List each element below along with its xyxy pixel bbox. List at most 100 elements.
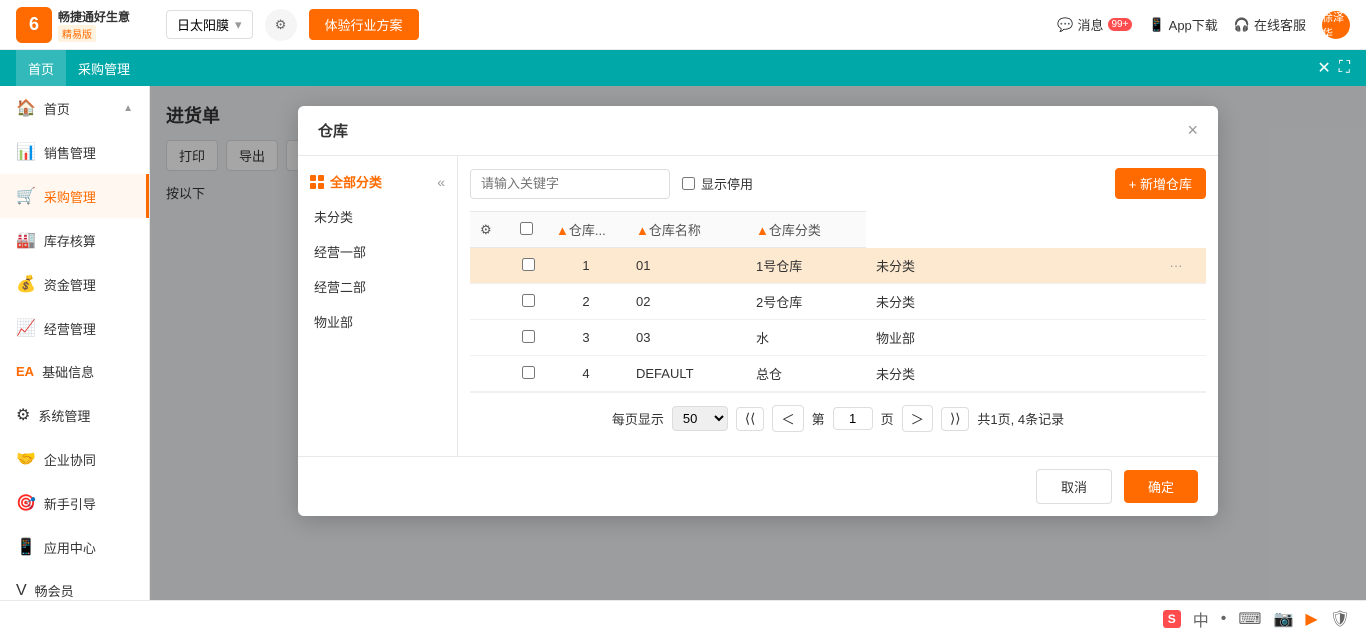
row-settings: [470, 248, 510, 284]
row-actions: [1146, 284, 1206, 320]
bottom-icon-camera[interactable]: 📷: [1273, 609, 1293, 629]
bottom-bar: S 中 • ⌨ 📷 ▶ 🛡: [0, 600, 1366, 636]
page-input[interactable]: [833, 407, 873, 430]
row-actions[interactable]: ···: [1146, 248, 1206, 284]
row-check[interactable]: [510, 320, 546, 356]
apps-icon: 📱: [16, 537, 36, 557]
system-icon: ⚙: [16, 405, 30, 425]
row-name: 1号仓库: [746, 248, 866, 284]
inventory-icon: 🏭: [16, 230, 36, 250]
sidebar-label-inventory: 库存核算: [44, 231, 96, 250]
search-button[interactable]: 🔍: [667, 170, 670, 198]
bottom-icon-shield[interactable]: 🛡: [1330, 609, 1350, 629]
basic-icon: EA: [16, 364, 34, 379]
dropdown-arrow: ▾: [235, 17, 242, 33]
col-header-code[interactable]: ▲仓库...: [546, 212, 626, 248]
close-icon[interactable]: ✕: [1317, 58, 1330, 78]
search-input[interactable]: [471, 170, 667, 197]
col-header-name[interactable]: ▲仓库名称: [626, 212, 746, 248]
row-category: 未分类: [866, 356, 1146, 392]
show-disabled-checkbox[interactable]: [682, 177, 695, 190]
prev-page-btn[interactable]: ＜: [772, 405, 803, 432]
bottom-icon-zh[interactable]: S: [1163, 610, 1181, 628]
bottom-icon-chinese[interactable]: 中: [1193, 607, 1209, 631]
online-service-label: 在线客服: [1254, 15, 1306, 34]
category-item-unclassified[interactable]: 未分类: [298, 199, 457, 234]
guide-icon: 🎯: [16, 493, 36, 513]
sidebar-item-inventory[interactable]: 🏭 库存核算: [0, 218, 149, 262]
online-service-item[interactable]: 🎧 在线客服: [1234, 15, 1306, 34]
table-row[interactable]: 4 DEFAULT 总仓 未分类: [470, 356, 1206, 392]
modal-close-button[interactable]: ×: [1187, 120, 1198, 141]
notifications-item[interactable]: 💬 消息 99+: [1057, 15, 1132, 34]
next-page-btn[interactable]: ＞: [902, 405, 933, 432]
notifications-label: 消息: [1077, 15, 1103, 34]
table-row[interactable]: 2 02 2号仓库 未分类: [470, 284, 1206, 320]
store-selector[interactable]: 日太阳膜 ▾: [166, 10, 253, 39]
row-actions: [1146, 320, 1206, 356]
sidebar-label-basic: 基础信息: [42, 362, 94, 381]
sidebar-item-basic[interactable]: EA 基础信息: [0, 350, 149, 393]
sidebar-item-purchase[interactable]: 🛒 采购管理: [0, 174, 149, 218]
sidebar-item-apps[interactable]: 📱 应用中心: [0, 525, 149, 569]
nav-home[interactable]: 首页: [16, 50, 66, 86]
all-category-item[interactable]: 全部分类: [310, 172, 382, 191]
sort-icon-cat: ▲: [756, 223, 769, 238]
category-header: 全部分类 «: [298, 164, 457, 199]
secondary-nav: 首页 采购管理 ✕ ⛶: [0, 50, 1366, 86]
app-badge: 精易版: [58, 25, 96, 42]
search-box: 🔍: [470, 169, 670, 199]
category-item-dept2[interactable]: 经营二部: [298, 269, 457, 304]
user-item[interactable]: 徐泽华: [1322, 11, 1350, 39]
category-item-dept1[interactable]: 经营一部: [298, 234, 457, 269]
row-category: 物业部: [866, 320, 1146, 356]
row-check[interactable]: [510, 356, 546, 392]
sidebar-item-guide[interactable]: 🎯 新手引导: [0, 481, 149, 525]
maximize-icon[interactable]: ⛶: [1339, 59, 1350, 77]
col-header-category[interactable]: ▲仓库分类: [746, 212, 866, 248]
row-actions: [1146, 356, 1206, 392]
sidebar-label-finance: 资金管理: [44, 275, 96, 294]
bottom-icon-keyboard[interactable]: ⌨: [1238, 609, 1261, 629]
row-check[interactable]: [510, 284, 546, 320]
trial-button[interactable]: 体验行业方案: [309, 9, 419, 40]
cancel-button[interactable]: 取消: [1036, 469, 1112, 504]
show-disabled-label[interactable]: 显示停用: [682, 174, 753, 193]
sidebar-item-finance[interactable]: 💰 资金管理: [0, 262, 149, 306]
sidebar-item-enterprise[interactable]: 🤝 企业协同: [0, 437, 149, 481]
nav-purchase[interactable]: 采购管理: [66, 50, 142, 86]
header-middle: 日太阳膜 ▾ ⚙ 体验行业方案: [166, 9, 1057, 41]
settings-button[interactable]: ⚙: [265, 9, 297, 41]
total-info: 共1页, 4条记录: [977, 409, 1064, 428]
collapse-icon[interactable]: «: [437, 174, 445, 190]
header-right: 💬 消息 99+ 📱 App下载 🎧 在线客服 徐泽华: [1057, 11, 1350, 39]
sidebar-label-apps: 应用中心: [44, 538, 96, 557]
sidebar-item-sales[interactable]: 📊 销售管理: [0, 130, 149, 174]
sidebar: 🏠 首页 ▲ 📊 销售管理 🛒 采购管理 🏭 库存核算 💰 资金管理 📈 经营管…: [0, 86, 150, 636]
row-name: 2号仓库: [746, 284, 866, 320]
app-download-item[interactable]: 📱 App下载: [1148, 15, 1217, 34]
top-header: 6 畅捷通好生意 精易版 日太阳膜 ▾ ⚙ 体验行业方案 💬 消息 99+ 📱 …: [0, 0, 1366, 50]
first-page-btn[interactable]: ⟨⟨: [736, 407, 764, 431]
bottom-icon-dot[interactable]: •: [1221, 610, 1227, 628]
select-all-checkbox[interactable]: [520, 222, 533, 235]
sidebar-item-home[interactable]: 🏠 首页 ▲: [0, 86, 149, 130]
table-row[interactable]: 3 03 水 物业部: [470, 320, 1206, 356]
modal-overlay: 仓库 × 全部分类: [150, 86, 1366, 636]
col-header-settings[interactable]: ⚙: [470, 212, 510, 248]
table-row[interactable]: 1 01 1号仓库 未分类 ···: [470, 248, 1206, 284]
sidebar-item-operations[interactable]: 📈 经营管理: [0, 306, 149, 350]
bottom-icon-play[interactable]: ▶: [1305, 609, 1317, 629]
add-warehouse-button[interactable]: + 新增仓库: [1115, 168, 1206, 199]
category-item-property[interactable]: 物业部: [298, 304, 457, 339]
per-page-select[interactable]: 50 100 200: [672, 406, 728, 431]
row-check[interactable]: [510, 248, 546, 284]
sidebar-label-home: 首页: [44, 99, 70, 118]
sidebar-label-purchase: 采购管理: [44, 187, 96, 206]
last-page-btn[interactable]: ⟩⟩: [941, 407, 969, 431]
confirm-button[interactable]: 确定: [1124, 470, 1198, 503]
nav-controls: ✕ ⛶: [1317, 58, 1350, 78]
main-layout: 🏠 首页 ▲ 📊 销售管理 🛒 采购管理 🏭 库存核算 💰 资金管理 📈 经营管…: [0, 86, 1366, 636]
category-panel: 全部分类 « 未分类 经营一部 经营二部 物业部: [298, 156, 458, 456]
sidebar-item-system[interactable]: ⚙ 系统管理: [0, 393, 149, 437]
